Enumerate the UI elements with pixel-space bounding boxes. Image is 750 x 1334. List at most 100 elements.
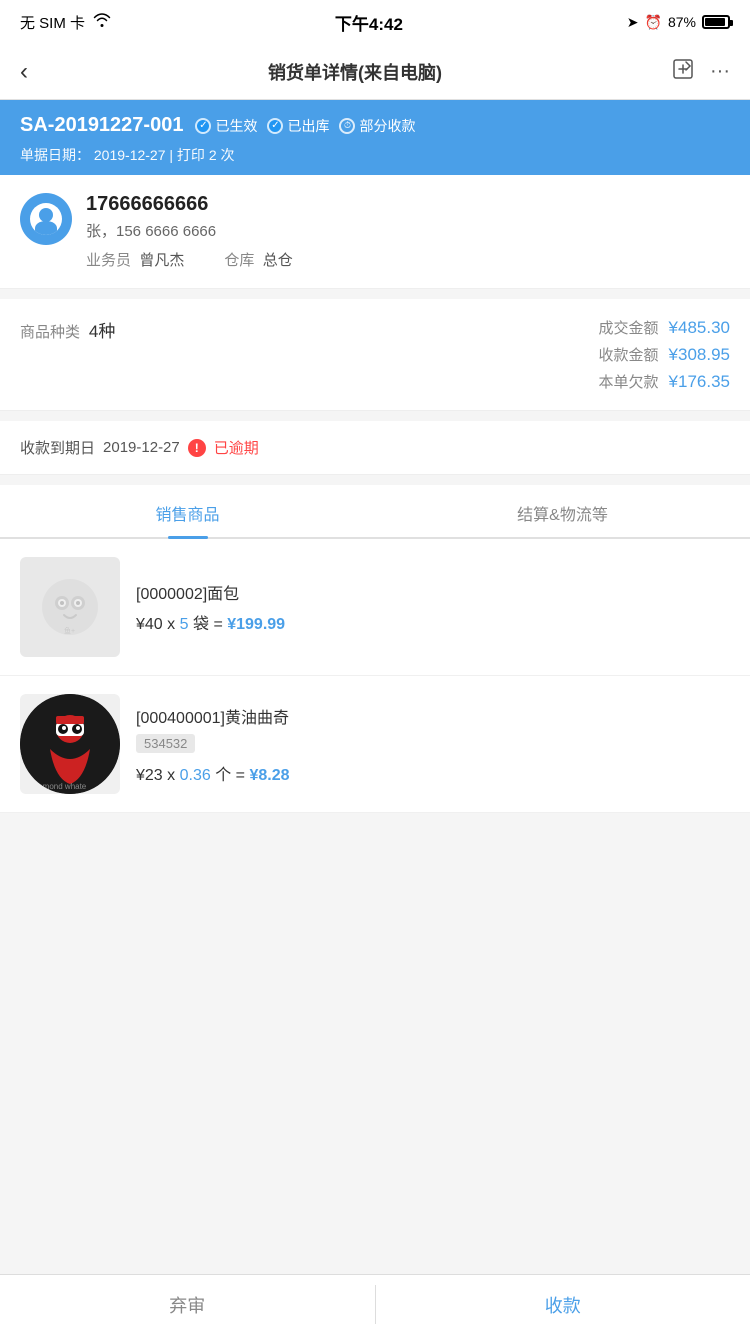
product-batch-2: 534532 xyxy=(136,734,195,753)
badge-active: ✓ 已生效 xyxy=(195,116,257,136)
tab-settlement[interactable]: 结算&物流等 xyxy=(375,485,750,537)
date-label: 单据日期： xyxy=(20,147,90,163)
clock-icon: ⏱ xyxy=(339,118,355,134)
status-left: 无 SIM 卡 xyxy=(20,12,111,33)
price-x-2: x xyxy=(167,767,179,784)
kind-value: 4种 xyxy=(89,322,115,341)
badge-partial-label: 部分收款 xyxy=(359,116,415,136)
badge-active-label: 已生效 xyxy=(215,116,257,136)
print-info: | 打印 2 次 xyxy=(169,147,234,163)
product-price-2: ¥23 x 0.36 个 = ¥8.28 xyxy=(136,761,730,785)
badge-shipped-label: 已出库 xyxy=(287,116,329,136)
price-base-2: ¥23 xyxy=(136,767,163,784)
avatar xyxy=(20,193,72,245)
product-img-2: diamond whate xyxy=(20,694,120,794)
unit-1: 袋 xyxy=(193,616,209,633)
warehouse-label: 仓库 xyxy=(224,252,254,269)
overdue-text: 已逾期 xyxy=(214,437,259,458)
debt-value: ¥176.35 xyxy=(669,372,730,392)
check-icon-2: ✓ xyxy=(267,118,283,134)
thumb-placeholder-1: 鱼+ xyxy=(20,557,120,657)
due-label: 收款到期日 xyxy=(20,437,95,458)
bottom-bar: 弃审 收款 xyxy=(0,1274,750,1334)
debt-row: 本单欠款 ¥176.35 xyxy=(599,371,730,392)
qty-2: 0.36 xyxy=(180,767,211,784)
product-info-2: [000400001]黄油曲奇 534532 ¥23 x 0.36 个 = ¥8… xyxy=(136,704,730,785)
tabs-bar: 销售商品 结算&物流等 xyxy=(0,485,750,539)
tab-settlement-label: 结算&物流等 xyxy=(517,507,608,524)
share-icon[interactable] xyxy=(672,58,694,86)
received-row: 收款金额 ¥308.95 xyxy=(599,344,730,365)
list-item: diamond whate [000400001]黄油曲奇 534532 ¥23… xyxy=(0,676,750,813)
badge-partial: ⏱ 部分收款 xyxy=(339,116,415,136)
order-badges: ✓ 已生效 ✓ 已出库 ⏱ 部分收款 xyxy=(195,116,415,136)
order-header-banner: SA-20191227-001 ✓ 已生效 ✓ 已出库 ⏱ 部分收款 单据日期：… xyxy=(0,100,750,175)
sales-meta: 业务员 曾凡杰 xyxy=(86,249,184,270)
status-time: 下午4:42 xyxy=(335,10,403,35)
total-1: ¥199.99 xyxy=(227,616,285,633)
sales-label: 业务员 xyxy=(86,252,131,269)
overdue-icon: ! xyxy=(188,439,206,457)
debt-label: 本单欠款 xyxy=(599,371,659,392)
nav-actions: ··· xyxy=(672,58,730,86)
battery-icon xyxy=(702,15,730,29)
alarm-icon: ⏰ xyxy=(645,14,662,31)
list-item: 鱼+ [0000002]面包 ¥40 x 5 袋 = ¥199.99 xyxy=(0,539,750,676)
status-right: ➤ ⏰ 87% xyxy=(627,14,730,31)
check-icon: ✓ xyxy=(195,118,211,134)
badge-shipped: ✓ 已出库 xyxy=(267,116,329,136)
tab-products-label: 销售商品 xyxy=(155,507,219,524)
page-title: 销货单详情(来自电脑) xyxy=(38,59,672,85)
warehouse-meta: 仓库 总仓 xyxy=(224,249,292,270)
product-price-1: ¥40 x 5 袋 = ¥199.99 xyxy=(136,610,730,634)
svg-text:鱼+: 鱼+ xyxy=(64,626,75,635)
collect-label: 收款 xyxy=(545,1292,581,1318)
summary-left: 商品种类 4种 xyxy=(20,317,115,350)
unit-2: 个 xyxy=(215,767,231,784)
product-name-1: [0000002]面包 xyxy=(136,580,730,604)
equals-2: = xyxy=(236,767,250,784)
price-base-1: ¥40 xyxy=(136,616,163,633)
deal-amount-row: 成交金额 ¥485.30 xyxy=(599,317,730,338)
sales-name: 曾凡杰 xyxy=(139,252,184,269)
order-id: SA-20191227-001 xyxy=(20,114,183,137)
back-button[interactable]: ‹ xyxy=(20,58,28,86)
deal-amount-label: 成交金额 xyxy=(599,317,659,338)
received-value: ¥308.95 xyxy=(669,345,730,365)
nav-bar: ‹ 销货单详情(来自电脑) ··· xyxy=(0,44,750,100)
tab-sales-products[interactable]: 销售商品 xyxy=(0,485,375,537)
carrier-text: 无 SIM 卡 xyxy=(20,12,85,33)
abandon-button[interactable]: 弃审 xyxy=(0,1275,375,1334)
total-2: ¥8.28 xyxy=(249,767,289,784)
due-date-value: 2019-12-27 xyxy=(103,439,180,456)
products-section: 鱼+ [0000002]面包 ¥40 x 5 袋 = ¥199.99 xyxy=(0,539,750,813)
due-date-section: 收款到期日 2019-12-27 ! 已逾期 xyxy=(0,421,750,475)
product-thumbnail-2: diamond whate xyxy=(20,694,120,794)
equals-1: = xyxy=(213,616,227,633)
abandon-label: 弃审 xyxy=(169,1292,205,1318)
product-thumbnail-1: 鱼+ xyxy=(20,557,120,657)
kind-label: 商品种类 xyxy=(20,324,80,341)
location-icon: ➤ xyxy=(627,14,639,31)
deal-amount-value: ¥485.30 xyxy=(669,318,730,338)
wifi-icon xyxy=(93,13,111,31)
received-label: 收款金额 xyxy=(599,344,659,365)
order-date-row: 单据日期： 2019-12-27 | 打印 2 次 xyxy=(20,145,730,165)
product-info-1: [0000002]面包 ¥40 x 5 袋 = ¥199.99 xyxy=(136,580,730,634)
more-icon[interactable]: ··· xyxy=(710,60,730,83)
status-bar: 无 SIM 卡 下午4:42 ➤ ⏰ 87% xyxy=(0,0,750,44)
customer-section: 17666666666 张，156 6666 6666 业务员 曾凡杰 仓库 总… xyxy=(0,175,750,289)
summary-row: 商品种类 4种 成交金额 ¥485.30 收款金额 ¥308.95 本单欠款 ¥… xyxy=(20,317,730,392)
customer-info: 17666666666 张，156 6666 6666 业务员 曾凡杰 仓库 总… xyxy=(86,193,730,270)
qty-1: 5 xyxy=(180,616,189,633)
price-x-1: x xyxy=(167,616,179,633)
svg-text:diamond whate: diamond whate xyxy=(32,782,87,791)
customer-sub: 张，156 6666 6666 xyxy=(86,220,730,241)
customer-id: 17666666666 xyxy=(86,193,730,216)
warehouse-name: 总仓 xyxy=(263,252,293,269)
order-date: 2019-12-27 xyxy=(94,147,166,163)
collect-button[interactable]: 收款 xyxy=(376,1275,750,1334)
summary-right: 成交金额 ¥485.30 收款金额 ¥308.95 本单欠款 ¥176.35 xyxy=(599,317,730,392)
avatar-icon xyxy=(30,203,62,235)
customer-meta: 业务员 曾凡杰 仓库 总仓 xyxy=(86,249,730,270)
